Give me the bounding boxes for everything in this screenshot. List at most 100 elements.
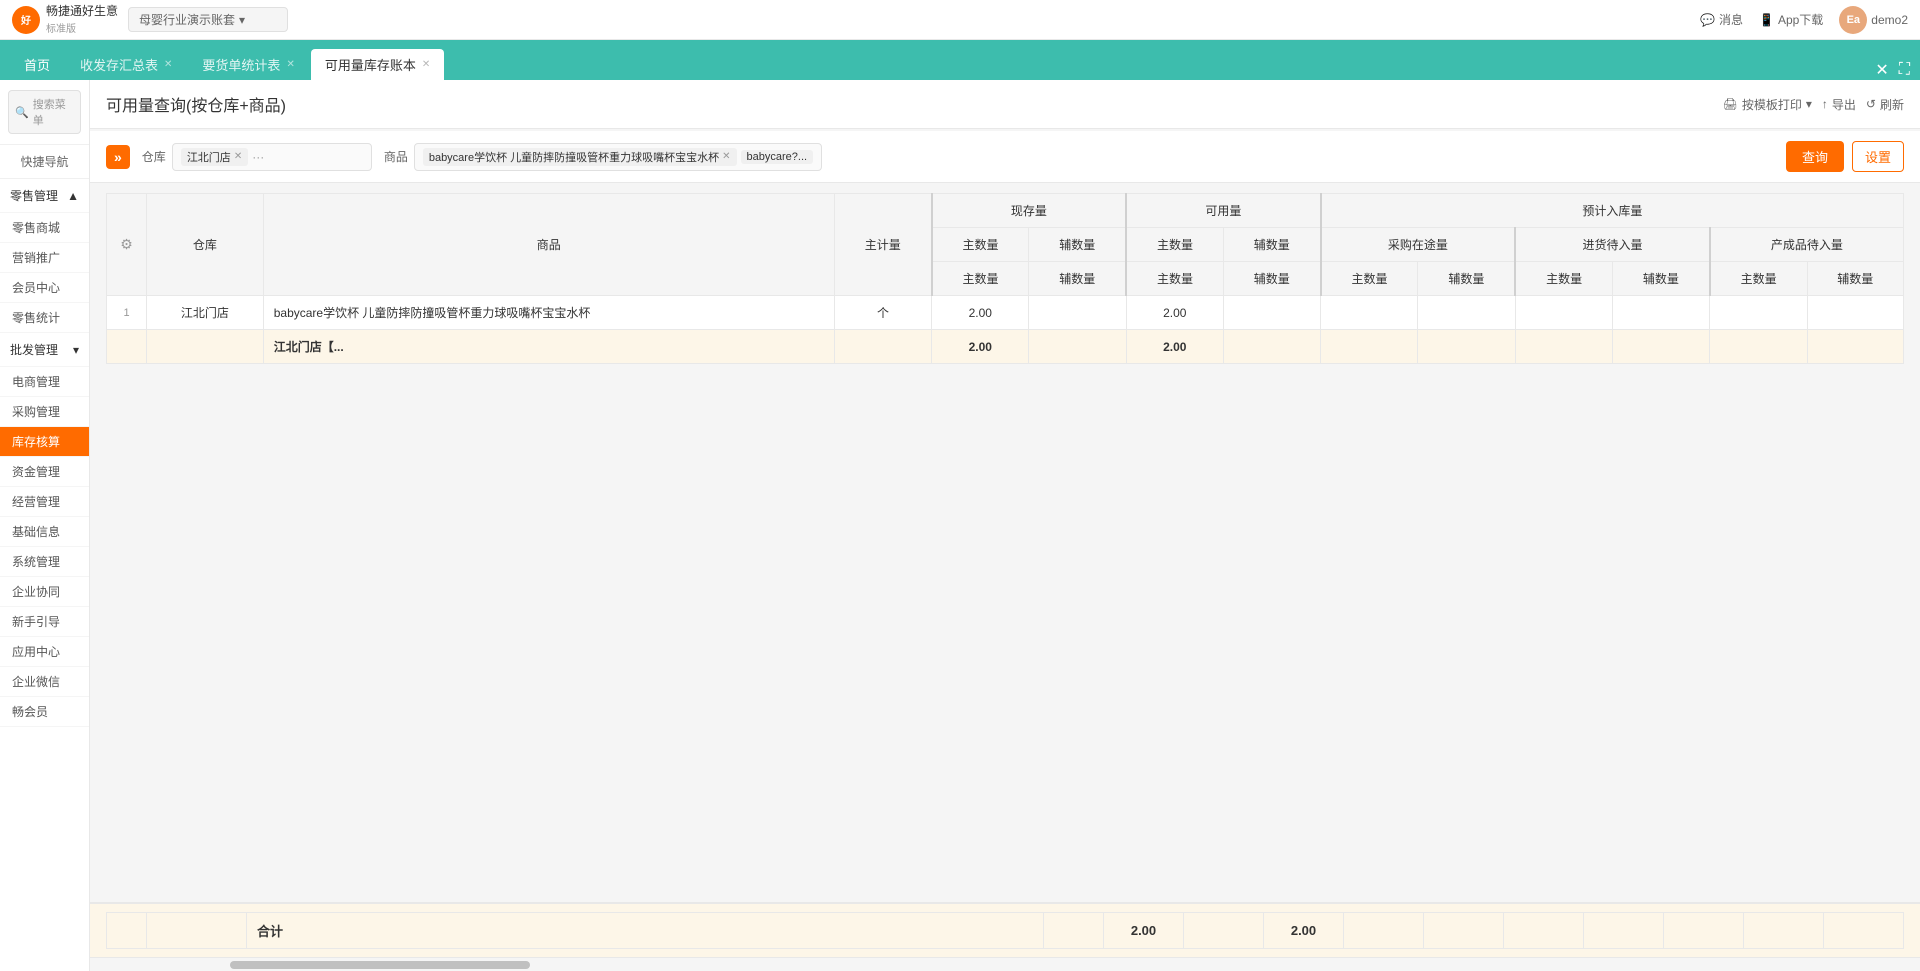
table-row: 1 江北门店 babycare学饮杯 儿童防摔防撞吸管杯重力球吸嘴杯宝宝水杯 个…: [107, 296, 1904, 330]
sidebar-item-newuser[interactable]: 新手引导: [0, 607, 89, 637]
subtotal-available-main: 2.00: [1126, 330, 1223, 364]
subtotal-p6: [1807, 330, 1904, 364]
th-current-main-qty-2: 主数量: [932, 262, 1029, 296]
sidebar-item-ecommerce[interactable]: 电商管理: [0, 367, 89, 397]
sidebar-wholesale-label: 批发管理: [10, 341, 58, 358]
export-label: 导出: [1832, 96, 1856, 113]
logo-icon: 好: [12, 6, 40, 34]
tab-order-stats[interactable]: 要货单统计表 ✕: [188, 49, 308, 80]
warehouse-filter-group: 仓库 江北门店 ✕ ···: [142, 143, 372, 171]
avatar: Ea: [1839, 6, 1867, 34]
th-warehouse: 仓库: [147, 194, 264, 296]
subtotal-p2: [1418, 330, 1515, 364]
app-download-label: App下载: [1778, 11, 1823, 28]
total-p2: [1504, 913, 1584, 949]
sidebar-item-purchase[interactable]: 采购管理: [0, 397, 89, 427]
sidebar-item-operations[interactable]: 经营管理: [0, 487, 89, 517]
subtotal-current-main: 2.00: [932, 330, 1029, 364]
th-purchase-sub: 辅数量: [1418, 262, 1515, 296]
sidebar-item-enterprise[interactable]: 企业协同: [0, 577, 89, 607]
tab-receipt[interactable]: 收发存汇总表 ✕: [66, 49, 186, 80]
sidebar-item-wholesale[interactable]: 批发管理 ▾: [0, 333, 89, 367]
warehouse-tag-remove[interactable]: ✕: [234, 151, 242, 162]
row-production-sub: [1807, 296, 1904, 330]
th-available-main-qty: 主数量: [1126, 228, 1223, 262]
th-production-main: 主数量: [1710, 262, 1807, 296]
total-p4: [1664, 913, 1744, 949]
nav-maximize-icon[interactable]: ⛶: [1899, 61, 1910, 79]
th-settings[interactable]: ⚙: [107, 194, 147, 296]
product-tag-1-value: babycare学饮杯 儿童防摔防撞吸管杯重力球吸嘴杯宝宝水杯: [429, 149, 719, 165]
th-purchase-main: 主数量: [1321, 262, 1418, 296]
industry-selector[interactable]: 母婴行业演示账套 ▾: [128, 7, 288, 32]
total-label: 合计: [247, 913, 1044, 949]
search-icon: 🔍: [15, 106, 29, 119]
sidebar-item-inventory[interactable]: 库存核算: [0, 427, 89, 457]
row-current-sub: [1029, 296, 1126, 330]
row-inbound-main: [1515, 296, 1612, 330]
th-current-stock-group: 现存量: [932, 194, 1127, 228]
message-button[interactable]: 💬 消息: [1700, 11, 1743, 28]
export-button[interactable]: ↑ 导出: [1822, 96, 1856, 113]
row-purchase-transit-main: [1321, 296, 1418, 330]
settings-button[interactable]: 设置: [1852, 141, 1904, 172]
th-available-sub-qty-2: 辅数量: [1223, 262, 1320, 296]
subtotal-empty-2: [147, 330, 264, 364]
sidebar-item-appstore[interactable]: 应用中心: [0, 637, 89, 667]
tab-available-stock-label: 可用量库存账本: [325, 55, 416, 74]
sidebar-item-marketing[interactable]: 营销推广: [0, 243, 89, 273]
message-icon: 💬: [1700, 13, 1715, 27]
refresh-button[interactable]: ↺ 刷新: [1866, 96, 1904, 113]
sidebar-item-system[interactable]: 系统管理: [0, 547, 89, 577]
warehouse-tag: 江北门店 ✕: [181, 148, 248, 166]
sidebar-retail-arrow-icon: ▲: [67, 189, 79, 203]
main-layout: 🔍 搜索菜单 快捷导航 零售管理 ▲ 零售商城 营销推广 会员中心 零售统计 批…: [0, 80, 1920, 971]
nav-close-icon[interactable]: ✕: [1875, 60, 1888, 80]
total-p5: [1744, 913, 1824, 949]
sidebar-item-finance[interactable]: 资金管理: [0, 457, 89, 487]
query-button[interactable]: 查询: [1786, 141, 1844, 172]
sidebar-item-member2[interactable]: 畅会员: [0, 697, 89, 727]
filter-toggle-button[interactable]: »: [106, 145, 130, 169]
sidebar-item-basic-info[interactable]: 基础信息: [0, 517, 89, 547]
warehouse-tag-value: 江北门店: [187, 149, 231, 165]
data-table: ⚙ 仓库 商品 主计量 现存量 可用量 预计入库量 主数量 辅数量 主数量 辅数…: [106, 193, 1904, 364]
user-profile-button[interactable]: Ea demo2: [1839, 6, 1908, 34]
tab-receipt-label: 收发存汇总表: [80, 55, 158, 74]
th-main-unit: 主计量: [834, 194, 931, 296]
header-actions: 🖨 按模板打印 ▾ ↑ 导出 ↺ 刷新: [1723, 96, 1904, 113]
warehouse-filter-input[interactable]: 江北门店 ✕ ···: [172, 143, 372, 171]
th-current-sub-qty: 辅数量: [1029, 228, 1126, 262]
sidebar-item-quick-nav[interactable]: 快捷导航: [0, 145, 89, 179]
search-menu-button[interactable]: 🔍 搜索菜单: [8, 90, 81, 134]
total-p1: [1424, 913, 1504, 949]
export-icon: ↑: [1822, 97, 1828, 111]
sidebar-item-retail-mall[interactable]: 零售商城: [0, 213, 89, 243]
sidebar-item-wechat[interactable]: 企业微信: [0, 667, 89, 697]
product-tag-1-remove[interactable]: ✕: [722, 151, 730, 162]
search-menu-label: 搜索菜单: [33, 96, 74, 128]
content-area: 可用量查询(按仓库+商品) 🖨 按模板打印 ▾ ↑ 导出 ↺ 刷新 »: [90, 80, 1920, 971]
print-template-button[interactable]: 🖨 按模板打印 ▾: [1723, 96, 1812, 113]
print-icon: 🖨: [1723, 97, 1738, 111]
scroll-thumb[interactable]: [230, 961, 530, 969]
subtotal-p5: [1710, 330, 1807, 364]
logo-text-block: 畅捷通好生意 标准版: [46, 4, 118, 35]
tab-home[interactable]: 首页: [10, 49, 64, 80]
gear-icon[interactable]: ⚙: [120, 236, 133, 252]
tab-available-stock[interactable]: 可用量库存账本 ✕: [311, 49, 444, 80]
product-filter-input[interactable]: babycare学饮杯 儿童防摔防撞吸管杯重力球吸嘴杯宝宝水杯 ✕ babyca…: [414, 143, 822, 171]
user-name: demo2: [1871, 13, 1908, 27]
th-inbound-pending-group: 进货待入量: [1515, 228, 1710, 262]
subtotal-empty-1: [107, 330, 147, 364]
subtotal-current-sub: [1029, 330, 1126, 364]
sidebar-item-retail-stats[interactable]: 零售统计: [0, 303, 89, 333]
product-filter-group: 商品 babycare学饮杯 儿童防摔防撞吸管杯重力球吸嘴杯宝宝水杯 ✕ bab…: [384, 143, 822, 171]
tab-available-stock-close[interactable]: ✕: [422, 59, 430, 70]
tab-receipt-close[interactable]: ✕: [164, 59, 172, 70]
sidebar-item-retail[interactable]: 零售管理 ▲: [0, 179, 89, 213]
app-download-button[interactable]: 📱 App下载: [1759, 11, 1823, 28]
sidebar-item-member[interactable]: 会员中心: [0, 273, 89, 303]
tab-order-stats-close[interactable]: ✕: [286, 59, 294, 70]
scroll-bar-area: [90, 957, 1920, 971]
